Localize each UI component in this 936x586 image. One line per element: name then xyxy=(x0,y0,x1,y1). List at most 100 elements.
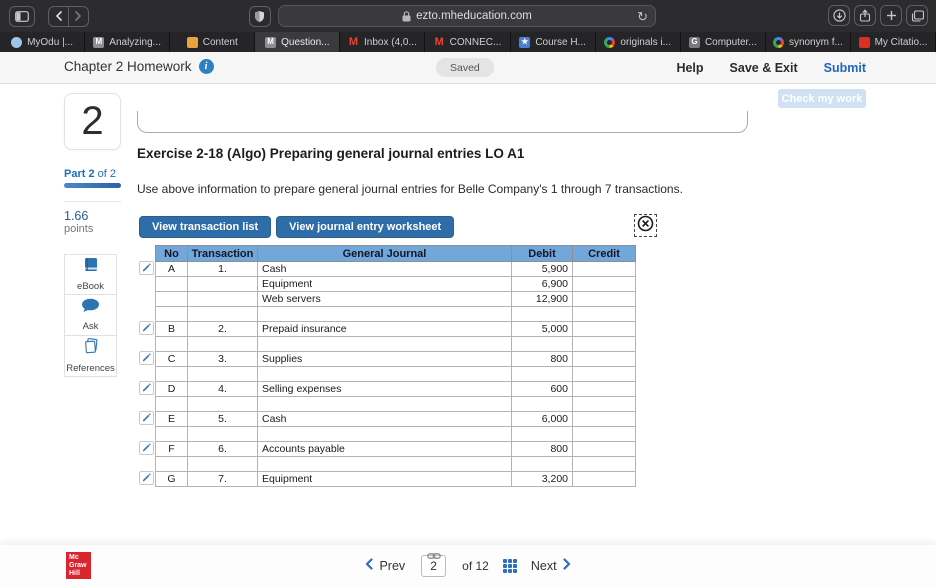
scrolled-content-box xyxy=(137,111,748,133)
page-of-total: of 12 xyxy=(462,558,489,573)
edit-entry-button[interactable] xyxy=(139,381,154,395)
browser-tab[interactable]: synonym f... xyxy=(765,32,851,52)
journal-cell xyxy=(187,456,258,472)
sidebar-toggle-button[interactable] xyxy=(9,5,35,27)
journal-cell xyxy=(572,471,636,487)
gmail-favicon-icon: M xyxy=(434,35,444,48)
journal-cell xyxy=(187,366,258,382)
journal-row: B 2. Prepaid insurance 5,000 xyxy=(155,321,636,337)
journal-cell xyxy=(187,396,258,412)
save-exit-link[interactable]: Save & Exit xyxy=(730,61,798,75)
tab-label: originals i... xyxy=(620,36,671,48)
browser-tab[interactable]: MyOdu |... xyxy=(0,32,86,52)
browser-tab[interactable]: ★ Course H... xyxy=(510,32,596,52)
journal-cell xyxy=(511,306,573,322)
journal-cell: Supplies xyxy=(257,351,512,367)
address-bar[interactable]: ezto.mheducation.com ↻ xyxy=(278,5,656,27)
forward-button[interactable] xyxy=(67,5,89,27)
journal-cell: Cash xyxy=(257,261,512,277)
journal-row: C 3. Supplies 800 xyxy=(155,351,636,367)
journal-row xyxy=(155,336,636,352)
close-button[interactable] xyxy=(634,214,657,237)
tab-label: Analyzing... xyxy=(109,36,161,48)
resource-ask-button[interactable]: Ask xyxy=(64,295,117,336)
footer-bar: McGrawHill Prev of 12 Next xyxy=(0,545,936,586)
journal-cell xyxy=(155,456,188,472)
share-icon xyxy=(859,9,871,22)
edit-entry-button[interactable] xyxy=(139,261,154,275)
page-title: Chapter 2 Homework xyxy=(64,59,192,74)
journal-cell: 3,200 xyxy=(511,471,573,487)
journal-cell xyxy=(572,321,636,337)
browser-tab[interactable]: Content xyxy=(170,32,256,52)
journal-cell: D xyxy=(155,381,188,397)
reload-icon[interactable]: ↻ xyxy=(637,9,648,24)
downloads-icon xyxy=(832,9,846,22)
question-map-grid-icon[interactable] xyxy=(502,558,517,573)
journal-cell xyxy=(257,366,512,382)
back-button[interactable] xyxy=(48,5,69,27)
browser-tab[interactable]: M CONNEC... xyxy=(425,32,511,52)
journal-cell xyxy=(572,411,636,427)
browser-tab[interactable]: M Analyzing... xyxy=(85,32,171,52)
pencil-icon xyxy=(141,261,152,276)
browser-tab[interactable]: G Computer... xyxy=(680,32,766,52)
prev-button[interactable]: Prev xyxy=(365,558,405,573)
edit-entry-button[interactable] xyxy=(139,471,154,485)
points-value: 1.66 xyxy=(64,209,89,223)
journal-cell xyxy=(572,291,636,307)
circled-x-icon xyxy=(637,215,654,237)
journal-cell: Equipment xyxy=(257,276,512,292)
sidebar-divider xyxy=(64,201,121,202)
journal-cell: Equipment xyxy=(257,471,512,487)
saved-status-badge: Saved xyxy=(436,58,494,77)
journal-cell xyxy=(511,456,573,472)
sidebar-toggle-icon xyxy=(15,10,29,22)
red-favicon-icon xyxy=(858,36,870,48)
submit-link[interactable]: Submit xyxy=(824,61,866,75)
plus-icon xyxy=(886,10,897,21)
journal-cell xyxy=(187,336,258,352)
assignment-header: Chapter 2 Homework i Saved Help Save & E… xyxy=(0,52,936,84)
points-label: points xyxy=(64,223,94,235)
journal-row xyxy=(155,306,636,322)
resource-references-button[interactable]: References xyxy=(64,336,117,377)
toolbar-right-group xyxy=(828,5,928,26)
browser-tab[interactable]: My Citatio... xyxy=(850,32,936,52)
browser-tab[interactable]: M Question... xyxy=(255,32,341,52)
edit-entry-button[interactable] xyxy=(139,321,154,335)
journal-cell xyxy=(572,441,636,457)
mh-favicon-icon: M xyxy=(265,36,277,48)
resource-ebook-button[interactable]: eBook xyxy=(64,254,117,295)
journal-cell: A xyxy=(155,261,188,277)
browser-toolbar: ezto.mheducation.com ↻ xyxy=(0,0,936,32)
column-header: Credit xyxy=(572,245,636,262)
share-button[interactable] xyxy=(854,5,876,26)
browser-tab[interactable]: M Inbox (4,0... xyxy=(340,32,426,52)
view-transaction-list-button[interactable]: View transaction list xyxy=(139,216,272,238)
edit-entry-button[interactable] xyxy=(139,411,154,425)
journal-cell xyxy=(572,261,636,277)
journal-cell: 5,900 xyxy=(511,261,573,277)
journal-cell xyxy=(257,456,512,472)
journal-cell xyxy=(511,396,573,412)
edit-entry-button[interactable] xyxy=(139,441,154,455)
edit-entry-button[interactable] xyxy=(139,351,154,365)
journal-row: Web servers 12,900 xyxy=(155,291,636,307)
next-button[interactable]: Next xyxy=(531,558,571,573)
check-my-work-button[interactable]: Check my work xyxy=(778,89,866,108)
journal-cell xyxy=(511,366,573,382)
view-journal-entry-worksheet-button[interactable]: View journal entry worksheet xyxy=(276,216,455,238)
journal-cell: 7. xyxy=(187,471,258,487)
help-link[interactable]: Help xyxy=(676,61,703,75)
info-icon[interactable]: i xyxy=(198,59,214,74)
tab-overview-button[interactable] xyxy=(906,5,928,26)
journal-cell: 4. xyxy=(187,381,258,397)
browser-tab[interactable]: originals i... xyxy=(595,32,681,52)
journal-cell xyxy=(155,276,188,292)
journal-cell xyxy=(257,396,512,412)
journal-cell xyxy=(155,366,188,382)
downloads-button[interactable] xyxy=(828,5,850,26)
privacy-report-button[interactable] xyxy=(248,5,271,27)
new-tab-button[interactable] xyxy=(880,5,902,26)
